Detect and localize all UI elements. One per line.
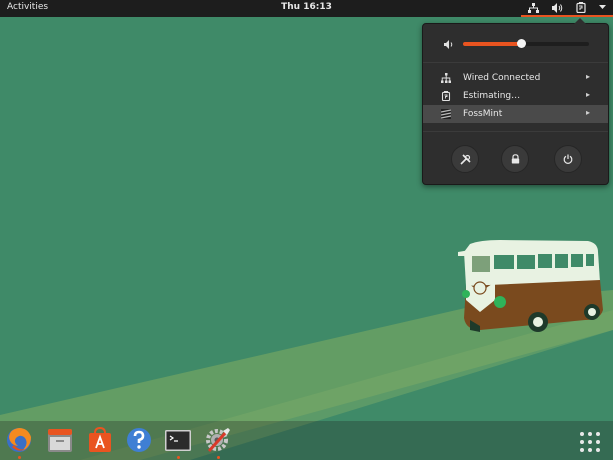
menu-item-label: FossMint [463, 109, 503, 119]
volume-slider-fill [463, 42, 521, 46]
settings-button[interactable] [451, 145, 479, 173]
menu-item-network[interactable]: Wired Connected ▸ [423, 69, 608, 87]
battery-icon [576, 2, 586, 13]
system-settings-icon [206, 428, 230, 453]
lock-button[interactable] [501, 145, 529, 173]
software-center-icon [89, 426, 111, 452]
menu-item-user[interactable]: FossMint ▸ [423, 105, 608, 123]
system-menu: Wired Connected ▸ Estimating… ▸ FossMint… [422, 18, 609, 185]
volume-icon [551, 2, 563, 13]
power-icon [563, 154, 573, 164]
help-icon [127, 428, 151, 452]
dock-files[interactable] [45, 425, 75, 455]
dock-help[interactable] [124, 425, 154, 455]
firefox-icon [7, 428, 31, 452]
lock-icon [511, 154, 519, 164]
network-icon [441, 73, 451, 83]
files-icon [48, 429, 72, 452]
activities-button[interactable]: Activities [7, 2, 48, 12]
vw-bus-illustration [458, 240, 603, 332]
menu-separator [423, 62, 608, 63]
volume-slider[interactable] [463, 39, 589, 48]
running-indicator [18, 456, 21, 459]
dock-system-settings[interactable] [203, 425, 233, 455]
volume-icon [444, 40, 453, 49]
terminal-icon [165, 430, 191, 451]
dock-software-center[interactable] [85, 425, 115, 455]
settings-icon [459, 153, 471, 165]
menu-item-label: Estimating… [463, 91, 521, 101]
system-tray[interactable] [521, 0, 613, 17]
running-indicator [177, 456, 180, 459]
volume-slider-knob[interactable] [516, 39, 526, 48]
show-applications-grid-icon[interactable] [579, 431, 601, 453]
top-bar: Activities Thu 16:13 [0, 0, 613, 17]
clock-label[interactable]: Thu 16:13 [281, 2, 332, 12]
dropdown-arrow-icon [599, 5, 607, 9]
chevron-right-icon: ▸ [585, 108, 590, 117]
menu-separator [423, 131, 608, 132]
chevron-right-icon: ▸ [585, 72, 590, 81]
menu-item-battery[interactable]: Estimating… ▸ [423, 87, 608, 105]
dock [0, 421, 613, 460]
running-indicator [217, 456, 220, 459]
battery-icon [441, 91, 451, 101]
power-button[interactable] [554, 145, 582, 173]
chevron-right-icon: ▸ [585, 90, 590, 99]
menu-item-label: Wired Connected [463, 73, 541, 83]
dock-terminal[interactable] [163, 425, 193, 455]
user-avatar-icon [441, 109, 451, 119]
network-icon [527, 2, 539, 13]
dock-firefox[interactable] [4, 425, 34, 455]
